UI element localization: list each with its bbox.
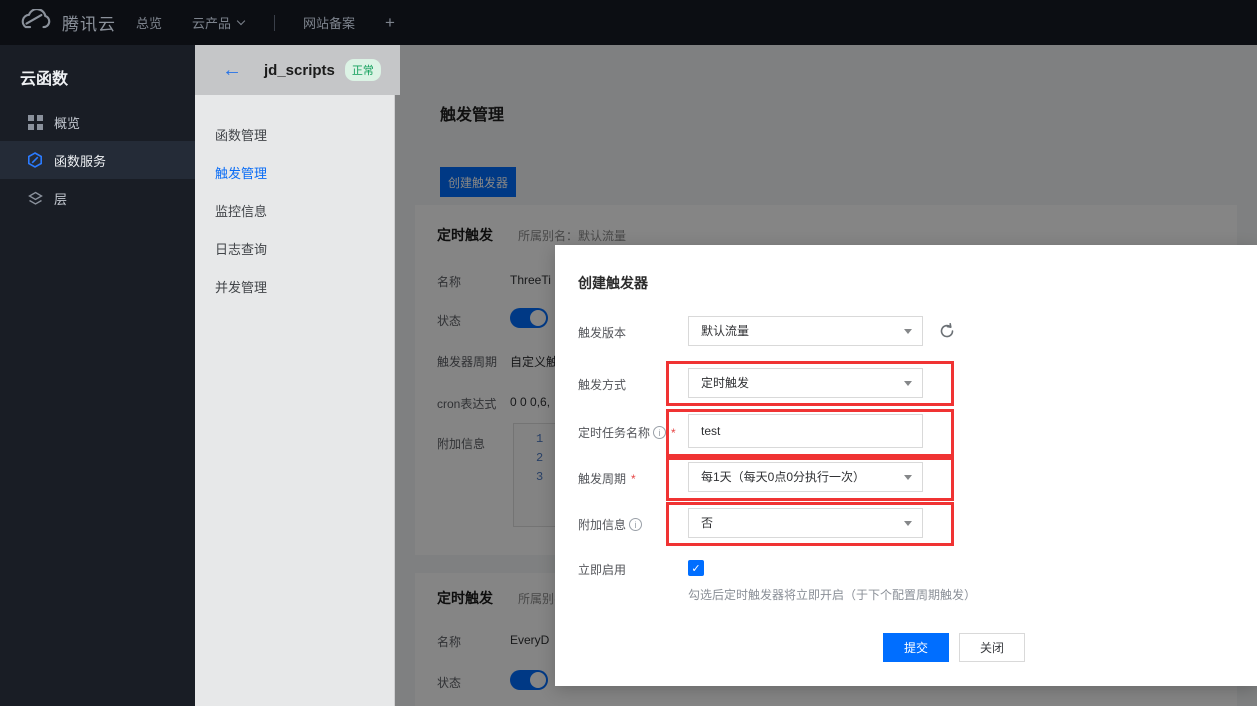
info-icon[interactable]: i: [653, 426, 666, 439]
trigger-method-select[interactable]: 定时触发: [688, 368, 923, 398]
tencent-cloud-logo[interactable]: 腾讯云: [18, 9, 136, 36]
select-caret-icon: [904, 521, 912, 526]
status-badge: 正常: [345, 59, 381, 81]
select-caret-icon: [904, 329, 912, 334]
select-caret-icon: [904, 381, 912, 386]
sidebar-item-overview[interactable]: 概览: [0, 103, 195, 141]
nav-item-log-query[interactable]: 日志查询: [195, 231, 394, 269]
cloud-logo-icon: [18, 9, 52, 36]
function-detail-nav: 函数管理 触发管理 监控信息 日志查询 并发管理: [195, 95, 395, 706]
modal-title: 创建触发器: [578, 273, 648, 293]
extra-info-select[interactable]: 否: [688, 508, 923, 538]
trigger-cycle-select[interactable]: 每1天（每天0点0分执行一次）: [688, 462, 923, 492]
nav-item-function-manage[interactable]: 函数管理: [195, 117, 394, 155]
add-tab-button[interactable]: +: [385, 13, 395, 33]
info-icon[interactable]: i: [629, 518, 642, 531]
trigger-cycle-label: 触发周期 *: [578, 470, 636, 487]
required-mark: *: [671, 426, 676, 440]
layers-icon: [27, 190, 43, 206]
trigger-version-label: 触发版本: [578, 324, 626, 341]
grid-icon: [27, 114, 43, 130]
topnav-products[interactable]: 云产品: [192, 13, 244, 32]
topnav-overview[interactable]: 总览: [136, 13, 162, 32]
brand-name: 腾讯云: [62, 10, 116, 35]
sidebar-item-layers[interactable]: 层: [0, 179, 195, 217]
select-caret-icon: [904, 475, 912, 480]
top-nav-bar: 腾讯云 总览 云产品 网站备案 +: [0, 0, 1257, 45]
nav-item-concurrency-manage[interactable]: 并发管理: [195, 269, 394, 307]
task-name-label: 定时任务名称 i *: [578, 424, 676, 441]
back-arrow-icon[interactable]: ←: [222, 60, 242, 80]
scf-sidebar: 云函数 概览 函数服务 层: [0, 45, 195, 706]
trigger-version-select[interactable]: 默认流量: [688, 316, 923, 346]
function-header: ← jd_scripts 正常: [195, 45, 400, 95]
trigger-method-label: 触发方式: [578, 376, 626, 393]
enable-now-hint: 勾选后定时触发器将立即开启（于下个配置周期触发）: [688, 586, 976, 603]
sidebar-title: 云函数: [0, 45, 195, 103]
sidebar-item-function-service[interactable]: 函数服务: [0, 141, 195, 179]
nav-item-monitor-info[interactable]: 监控信息: [195, 193, 394, 231]
enable-now-checkbox[interactable]: ✓: [688, 560, 704, 576]
nav-item-trigger-manage[interactable]: 触发管理: [195, 155, 394, 193]
task-name-input[interactable]: [688, 414, 923, 448]
close-button[interactable]: 关闭: [959, 633, 1025, 662]
submit-button[interactable]: 提交: [883, 633, 949, 662]
required-mark: *: [631, 472, 636, 486]
chevron-down-icon: [237, 17, 245, 25]
refresh-icon[interactable]: [938, 322, 956, 340]
function-name: jd_scripts: [264, 62, 335, 79]
extra-info-label: 附加信息 i: [578, 516, 642, 533]
enable-now-label: 立即启用: [578, 561, 626, 578]
function-hexagon-icon: [27, 152, 43, 168]
topnav-beian[interactable]: 网站备案: [303, 13, 355, 32]
topnav-divider: [274, 15, 275, 31]
create-trigger-modal: 创建触发器 触发版本 默认流量 触发方式 定时触发 定时任务名称 i * 触发周…: [555, 245, 1257, 686]
